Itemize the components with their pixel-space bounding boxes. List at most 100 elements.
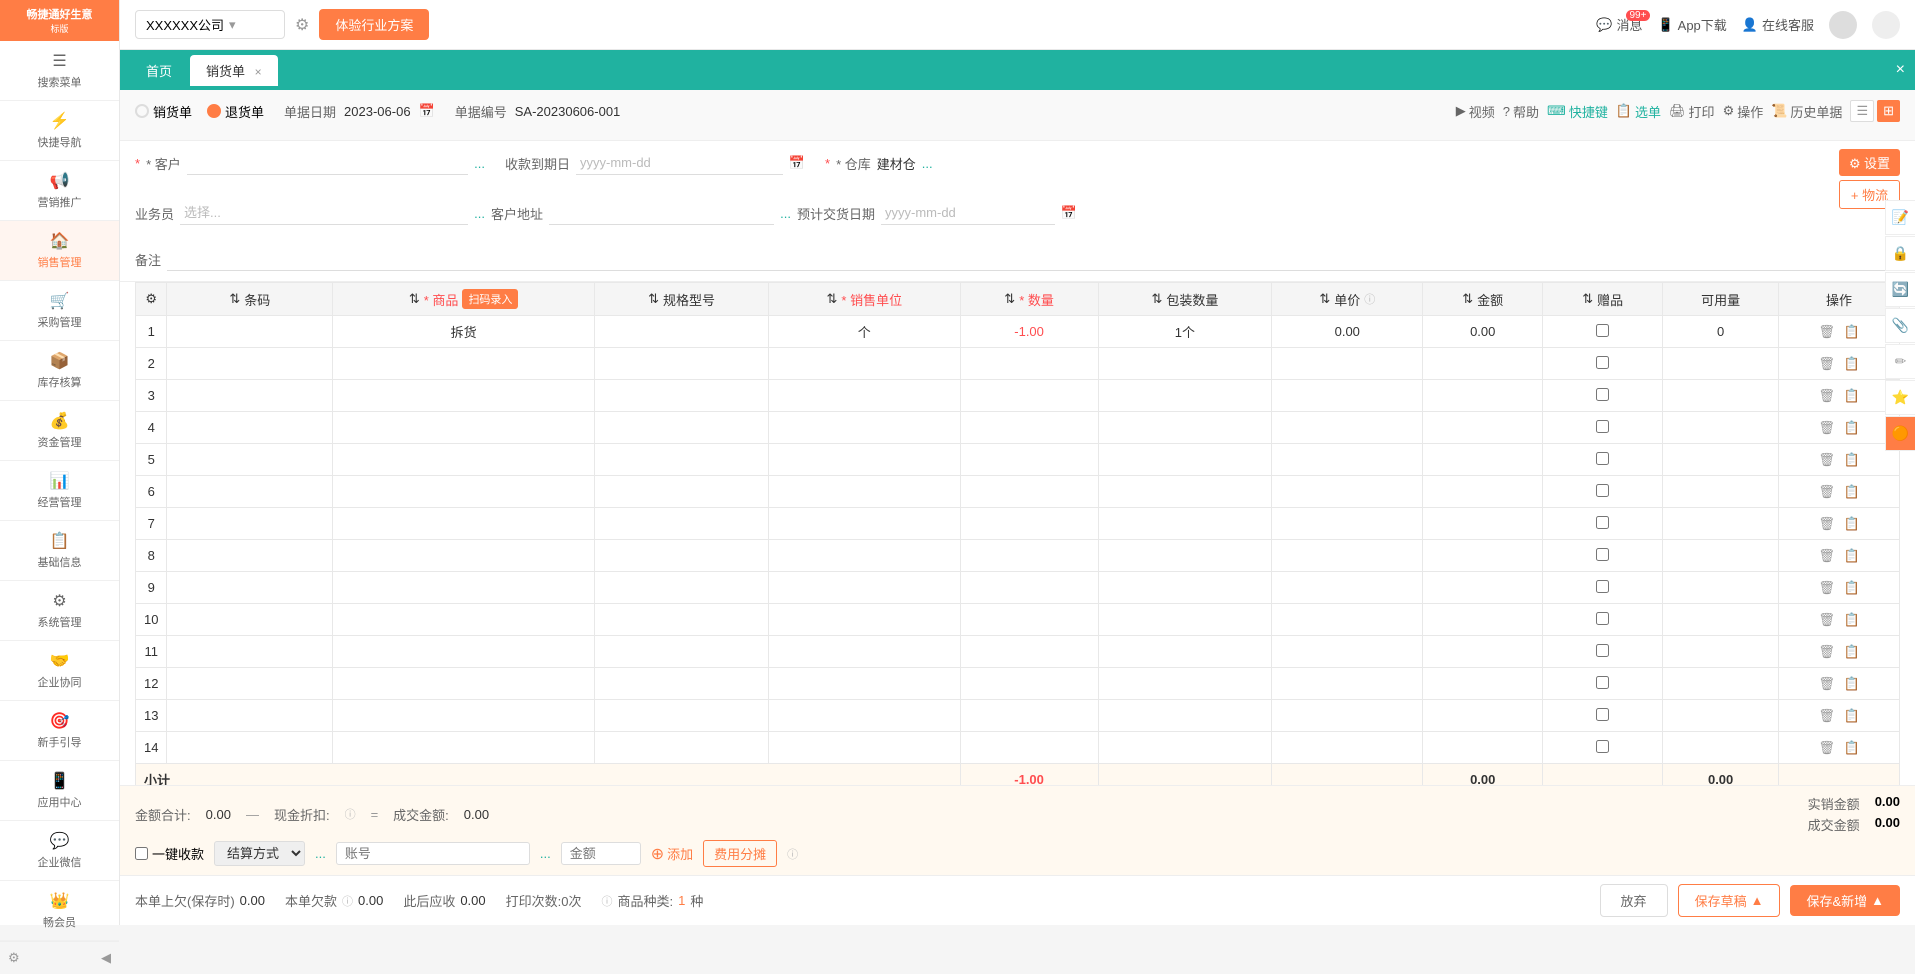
cell-unit[interactable] [768, 732, 960, 764]
fee-btn[interactable]: 费用分摊 [703, 840, 777, 867]
cell-amount[interactable] [1423, 732, 1543, 764]
cell-barcode[interactable] [167, 636, 333, 668]
cell-unit[interactable] [768, 700, 960, 732]
cell-pkg-qty[interactable] [1098, 412, 1272, 444]
view-list-btn[interactable]: ☰ [1850, 100, 1874, 122]
delete-icon[interactable]: 🗑 [1818, 452, 1835, 467]
cell-quantity[interactable] [960, 668, 1098, 700]
sidebar-item-search[interactable]: ☰ 搜索菜单 [0, 41, 119, 101]
cell-product[interactable] [333, 604, 595, 636]
cell-spec[interactable] [595, 348, 769, 380]
cell-product[interactable] [333, 668, 595, 700]
user-avatar2[interactable] [1872, 11, 1900, 39]
gift-checkbox[interactable] [1596, 708, 1609, 721]
copy-icon[interactable]: 📋 [1844, 388, 1860, 403]
calc-dots[interactable]: ... [315, 846, 326, 861]
customer-input[interactable] [187, 151, 468, 175]
sidebar-item-basic[interactable]: 📋 基础信息 [0, 521, 119, 581]
cell-barcode[interactable] [167, 380, 333, 412]
cell-gift[interactable] [1543, 476, 1663, 508]
cell-pkg-qty[interactable] [1098, 668, 1272, 700]
sidebar-item-marketing[interactable]: 📢 营销推广 [0, 161, 119, 221]
copy-icon[interactable]: 📋 [1844, 516, 1860, 531]
cell-quantity[interactable] [960, 604, 1098, 636]
cell-unit[interactable] [768, 540, 960, 572]
cell-quantity[interactable] [960, 348, 1098, 380]
cell-unit[interactable] [768, 668, 960, 700]
cell-quantity[interactable] [960, 444, 1098, 476]
cell-gift[interactable] [1543, 316, 1663, 348]
delete-icon[interactable]: 🗑 [1818, 612, 1835, 627]
cell-barcode[interactable] [167, 700, 333, 732]
message-btn[interactable]: 💬 消息 99+ [1596, 15, 1642, 34]
sidebar-item-wechat[interactable]: 💬 企业微信 [0, 821, 119, 881]
cell-quantity[interactable]: -1.00 [960, 316, 1098, 348]
cell-pkg-qty[interactable] [1098, 476, 1272, 508]
cell-spec[interactable] [595, 572, 769, 604]
gift-checkbox[interactable] [1596, 452, 1609, 465]
cell-price[interactable] [1272, 476, 1423, 508]
cell-gift[interactable] [1543, 380, 1663, 412]
sidebar-item-inventory[interactable]: 📦 库存核算 [0, 341, 119, 401]
delete-icon[interactable]: 🗑 [1818, 388, 1835, 403]
radio-return[interactable]: 退货单 [207, 102, 264, 121]
cell-unit[interactable] [768, 604, 960, 636]
online-service-btn[interactable]: 👤 在线客服 [1742, 15, 1814, 34]
right-panel-btn-7[interactable]: 🟠 [1885, 416, 1915, 451]
cell-gift[interactable] [1543, 732, 1663, 764]
cell-quantity[interactable] [960, 636, 1098, 668]
delete-icon[interactable]: 🗑 [1818, 516, 1835, 531]
gift-checkbox[interactable] [1596, 740, 1609, 753]
cell-product[interactable] [333, 572, 595, 604]
cell-pkg-qty[interactable] [1098, 540, 1272, 572]
sidebar-item-guide[interactable]: 🎯 新手引导 [0, 701, 119, 761]
delete-icon[interactable]: 🗑 [1818, 356, 1835, 371]
cell-amount[interactable]: 0.00 [1423, 316, 1543, 348]
delete-icon[interactable]: 🗑 [1818, 548, 1835, 563]
calendar2-icon[interactable]: 📅 [789, 155, 805, 171]
cell-price[interactable] [1272, 604, 1423, 636]
cell-product[interactable] [333, 444, 595, 476]
trial-btn[interactable]: 体验行业方案 [319, 9, 429, 40]
action-print[interactable]: 🖨 打印 [1669, 102, 1715, 121]
cell-pkg-qty[interactable] [1098, 348, 1272, 380]
user-avatar[interactable] [1829, 11, 1857, 39]
cell-spec[interactable] [595, 668, 769, 700]
right-panel-btn-2[interactable]: 🔒 [1885, 236, 1915, 271]
cell-barcode[interactable] [167, 572, 333, 604]
cell-unit[interactable] [768, 572, 960, 604]
tab-sales-order[interactable]: 销货单 × [190, 55, 278, 86]
cell-gift[interactable] [1543, 508, 1663, 540]
settings-footer-icon[interactable]: ⚙ [8, 950, 20, 966]
cell-quantity[interactable] [960, 540, 1098, 572]
cell-barcode[interactable] [167, 412, 333, 444]
cell-barcode[interactable] [167, 508, 333, 540]
cell-pkg-qty[interactable] [1098, 508, 1272, 540]
cell-gift[interactable] [1543, 668, 1663, 700]
cell-unit[interactable] [768, 380, 960, 412]
cell-amount[interactable] [1423, 700, 1543, 732]
gift-checkbox[interactable] [1596, 356, 1609, 369]
tab-close-all-btn[interactable]: × [1896, 61, 1905, 79]
sidebar-item-quick-nav[interactable]: ⚡ 快捷导航 [0, 101, 119, 161]
cell-pkg-qty[interactable] [1098, 700, 1272, 732]
right-panel-btn-1[interactable]: 📝 [1885, 200, 1915, 235]
cell-amount[interactable] [1423, 636, 1543, 668]
cell-price[interactable]: 0.00 [1272, 316, 1423, 348]
cell-pkg-qty[interactable] [1098, 636, 1272, 668]
gift-checkbox[interactable] [1596, 516, 1609, 529]
warehouse-dots[interactable]: ... [922, 156, 933, 171]
cell-product[interactable] [333, 412, 595, 444]
cell-product[interactable] [333, 636, 595, 668]
cell-pkg-qty[interactable] [1098, 380, 1272, 412]
cell-spec[interactable] [595, 412, 769, 444]
cell-spec[interactable] [595, 476, 769, 508]
customer-addr-input[interactable] [549, 201, 774, 225]
cell-gift[interactable] [1543, 572, 1663, 604]
cell-price[interactable] [1272, 572, 1423, 604]
settings-icon[interactable]: ⚙ [295, 15, 309, 35]
cell-product[interactable] [333, 348, 595, 380]
cell-unit[interactable] [768, 476, 960, 508]
copy-icon[interactable]: 📋 [1844, 452, 1860, 467]
cell-product[interactable]: 拆货 [333, 316, 595, 348]
